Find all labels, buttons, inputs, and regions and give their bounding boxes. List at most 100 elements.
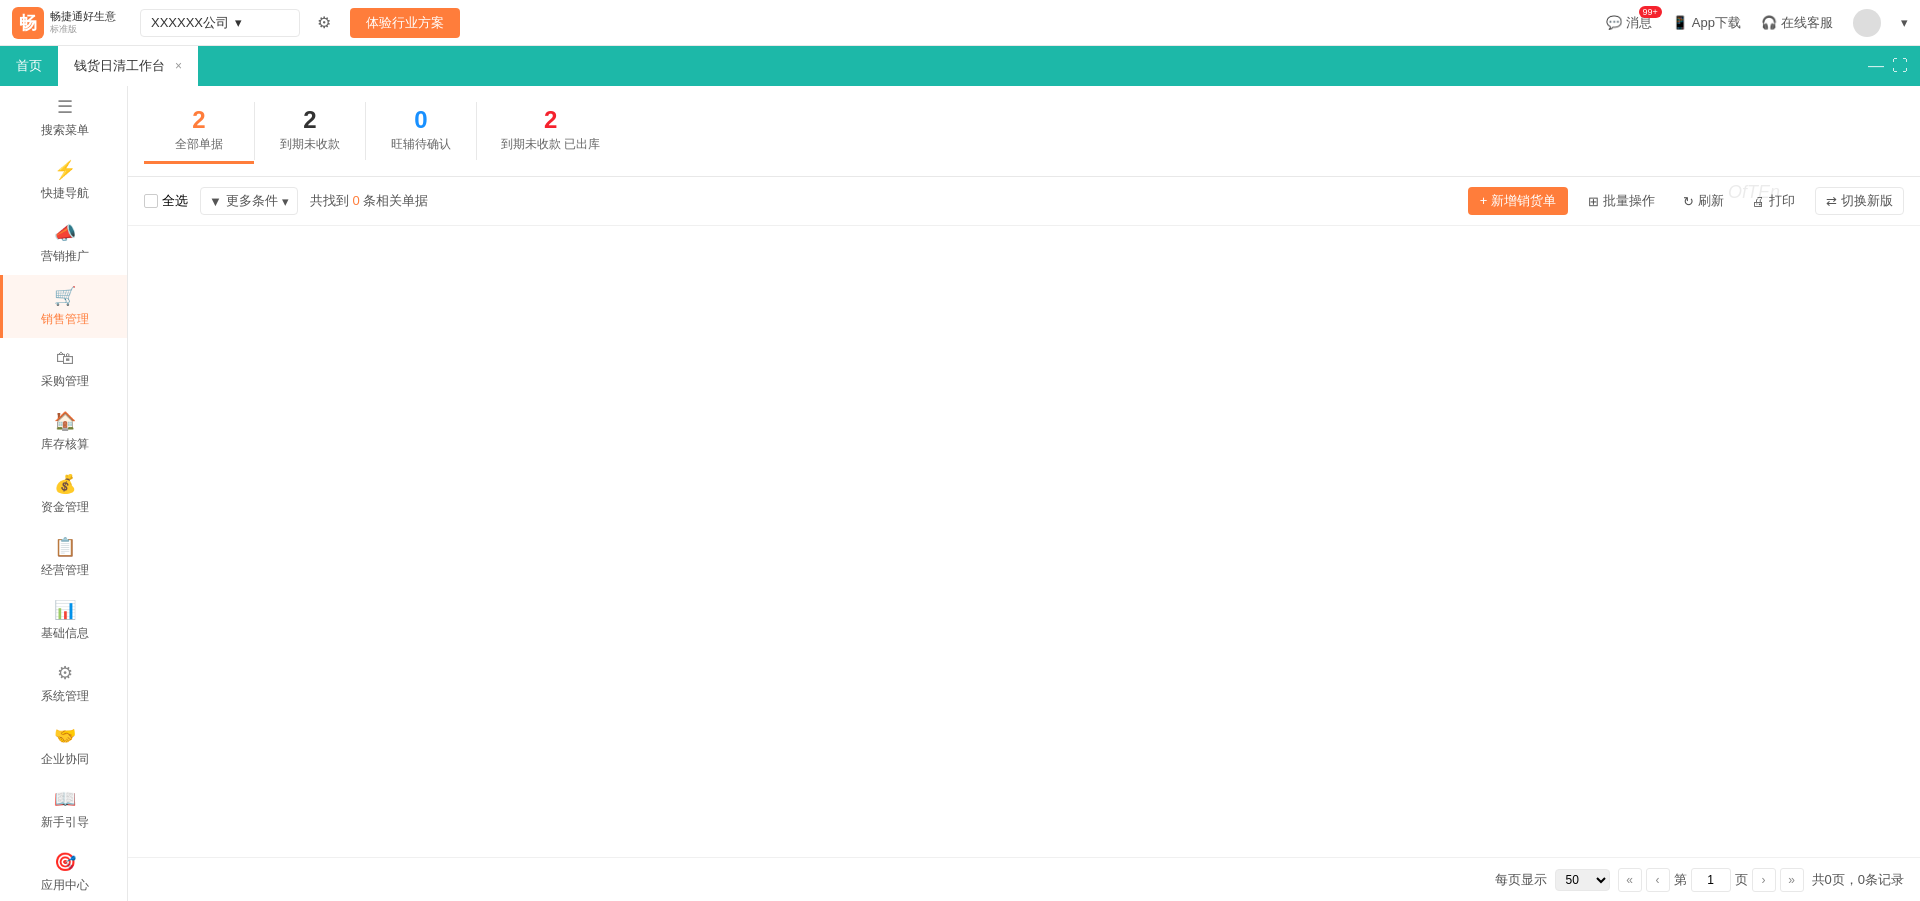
per-page-select[interactable]: 50 100 200 — [1555, 869, 1610, 891]
stat-all-num: 2 — [192, 106, 205, 134]
total-records: 共0页，0条记录 — [1812, 871, 1904, 889]
tab-minimize-icon[interactable]: — — [1868, 57, 1884, 75]
cooperation-icon: 🤝 — [54, 725, 76, 747]
refresh-label: 刷新 — [1698, 192, 1724, 210]
found-count: 0 — [353, 193, 360, 208]
operation-icon: 📋 — [54, 536, 76, 558]
sidebar-app-center-label: 应用中心 — [41, 877, 89, 894]
company-dropdown-icon: ▾ — [235, 15, 242, 30]
sidebar-search-label: 搜索菜单 — [41, 122, 89, 139]
tab-bar-actions: — ⛶ — [1868, 57, 1920, 75]
online-support-button[interactable]: 🎧 在线客服 — [1761, 14, 1833, 32]
tab-active[interactable]: 钱货日清工作台 × — [58, 46, 198, 86]
refresh-button[interactable]: ↻ 刷新 — [1675, 188, 1732, 214]
page-first-button[interactable]: « — [1618, 868, 1642, 892]
sidebar-item-app-center[interactable]: 🎯 应用中心 — [0, 841, 127, 901]
tab-close-icon[interactable]: × — [175, 59, 182, 73]
sidebar-item-finance[interactable]: 💰 资金管理 — [0, 463, 127, 526]
print-button[interactable]: 🖨 打印 — [1744, 188, 1803, 214]
sidebar-basic-info-label: 基础信息 — [41, 625, 89, 642]
switch-version-button[interactable]: ⇄ 切换新版 — [1815, 187, 1904, 215]
sidebar-marketing-label: 营销推广 — [41, 248, 89, 265]
app-center-icon: 🎯 — [54, 851, 76, 873]
stat-all-label: 全部单据 — [175, 136, 223, 153]
app-download-button[interactable]: 📱 App下载 — [1672, 14, 1741, 32]
sidebar-item-marketing[interactable]: 📣 营销推广 — [0, 212, 127, 275]
pagination: 每页显示 50 100 200 « ‹ 第 页 › » 共0页，0条记录 — [128, 857, 1920, 901]
trial-button[interactable]: 体验行业方案 — [350, 8, 460, 38]
tab-bar: 首页 钱货日清工作台 × — ⛶ — [0, 46, 1920, 86]
guide-icon: 📖 — [54, 788, 76, 810]
main-content: 2 全部单据 2 到期未收款 0 旺辅待确认 2 到期未收款 已出库 — [128, 86, 1920, 901]
sidebar-item-cooperation[interactable]: 🤝 企业协同 — [0, 715, 127, 778]
checkbox-input[interactable] — [144, 194, 158, 208]
stat-tab-overdue-out[interactable]: 2 到期未收款 已出库 — [477, 98, 624, 164]
stat-tab-all[interactable]: 2 全部单据 — [144, 98, 254, 164]
sidebar-item-quick-nav[interactable]: ⚡ 快捷导航 — [0, 149, 127, 212]
sidebar-item-basic-info[interactable]: 📊 基础信息 — [0, 589, 127, 652]
stat-overdue-label: 到期未收款 — [280, 136, 340, 153]
settings-button[interactable]: ⚙ — [308, 7, 340, 39]
logo-area: 畅 畅捷通好生意 标准版 — [12, 7, 140, 39]
sidebar-guide-label: 新手引导 — [41, 814, 89, 831]
stat-tab-wangwang[interactable]: 0 旺辅待确认 — [366, 98, 476, 164]
page-label: 第 — [1674, 871, 1687, 889]
filter-dropdown-icon: ▾ — [282, 194, 289, 209]
inventory-icon: 🏠 — [54, 410, 76, 432]
user-avatar[interactable] — [1853, 9, 1881, 37]
online-support-label: 在线客服 — [1781, 14, 1833, 32]
message-icon: 💬 — [1606, 15, 1622, 30]
sidebar-operation-label: 经营管理 — [41, 562, 89, 579]
sidebar-quick-nav-label: 快捷导航 — [41, 185, 89, 202]
switch-label: 切换新版 — [1841, 192, 1893, 210]
message-button[interactable]: 💬 消息 99+ — [1606, 14, 1652, 32]
filter-button[interactable]: ▼ 更多条件 ▾ — [200, 187, 298, 215]
sidebar-item-sales[interactable]: 🛒 销售管理 — [0, 275, 127, 338]
pagination-nav: « ‹ 第 页 › » — [1618, 868, 1804, 892]
tab-maximize-icon[interactable]: ⛶ — [1892, 57, 1908, 75]
print-label: 打印 — [1769, 192, 1795, 210]
stat-overdue-out-label: 到期未收款 已出库 — [501, 136, 600, 153]
company-selector[interactable]: XXXXXX公司 ▾ — [140, 9, 300, 37]
sidebar-sales-label: 销售管理 — [41, 311, 89, 328]
tab-active-label: 钱货日清工作台 — [74, 57, 165, 75]
sales-icon: 🛒 — [54, 285, 76, 307]
add-order-button[interactable]: + 新增销货单 — [1468, 187, 1568, 215]
stats-tabs: 2 全部单据 2 到期未收款 0 旺辅待确认 2 到期未收款 已出库 — [128, 86, 1920, 177]
logo-text: 畅捷通好生意 标准版 — [50, 9, 116, 36]
stat-overdue-num: 2 — [303, 106, 316, 134]
app-download-label: App下载 — [1692, 14, 1741, 32]
support-icon: 🎧 — [1761, 15, 1777, 30]
sidebar-item-inventory[interactable]: 🏠 库存核算 — [0, 400, 127, 463]
basic-info-icon: 📊 — [54, 599, 76, 621]
sidebar: ☰ 搜索菜单 ⚡ 快捷导航 📣 营销推广 🛒 销售管理 🛍 采购管理 🏠 库存核… — [0, 86, 128, 901]
sidebar-item-operation[interactable]: 📋 经营管理 — [0, 526, 127, 589]
finance-icon: 💰 — [54, 473, 76, 495]
batch-icon: ⊞ — [1588, 194, 1599, 209]
filter-label: 更多条件 — [226, 192, 278, 210]
header-right: 💬 消息 99+ 📱 App下载 🎧 在线客服 ▾ — [1606, 9, 1908, 37]
page-last-button[interactable]: » — [1780, 868, 1804, 892]
user-dropdown[interactable]: ▾ — [1901, 15, 1908, 30]
sidebar-item-search[interactable]: ☰ 搜索菜单 — [0, 86, 127, 149]
sidebar-cooperation-label: 企业协同 — [41, 751, 89, 768]
sidebar-item-guide[interactable]: 📖 新手引导 — [0, 778, 127, 841]
page-number-input[interactable] — [1691, 868, 1731, 892]
tab-home[interactable]: 首页 — [0, 46, 58, 86]
batch-label: 批量操作 — [1603, 192, 1655, 210]
download-icon: 📱 — [1672, 15, 1688, 30]
toolbar-right: + 新增销货单 ⊞ 批量操作 ↻ 刷新 🖨 打印 ⇄ 切换新版 — [1468, 187, 1904, 215]
page-prev-button[interactable]: ‹ — [1646, 868, 1670, 892]
sidebar-item-purchase[interactable]: 🛍 采购管理 — [0, 338, 127, 400]
purchase-icon: 🛍 — [56, 348, 74, 369]
batch-button[interactable]: ⊞ 批量操作 — [1580, 188, 1663, 214]
select-all-checkbox[interactable]: 全选 — [144, 192, 188, 210]
main-layout: ☰ 搜索菜单 ⚡ 快捷导航 📣 营销推广 🛒 销售管理 🛍 采购管理 🏠 库存核… — [0, 86, 1920, 901]
switch-icon: ⇄ — [1826, 194, 1837, 209]
sidebar-item-system[interactable]: ⚙ 系统管理 — [0, 652, 127, 715]
sidebar-inventory-label: 库存核算 — [41, 436, 89, 453]
page-next-button[interactable]: › — [1752, 868, 1776, 892]
system-icon: ⚙ — [57, 662, 73, 684]
stat-tab-overdue[interactable]: 2 到期未收款 — [255, 98, 365, 164]
marketing-icon: 📣 — [54, 222, 76, 244]
